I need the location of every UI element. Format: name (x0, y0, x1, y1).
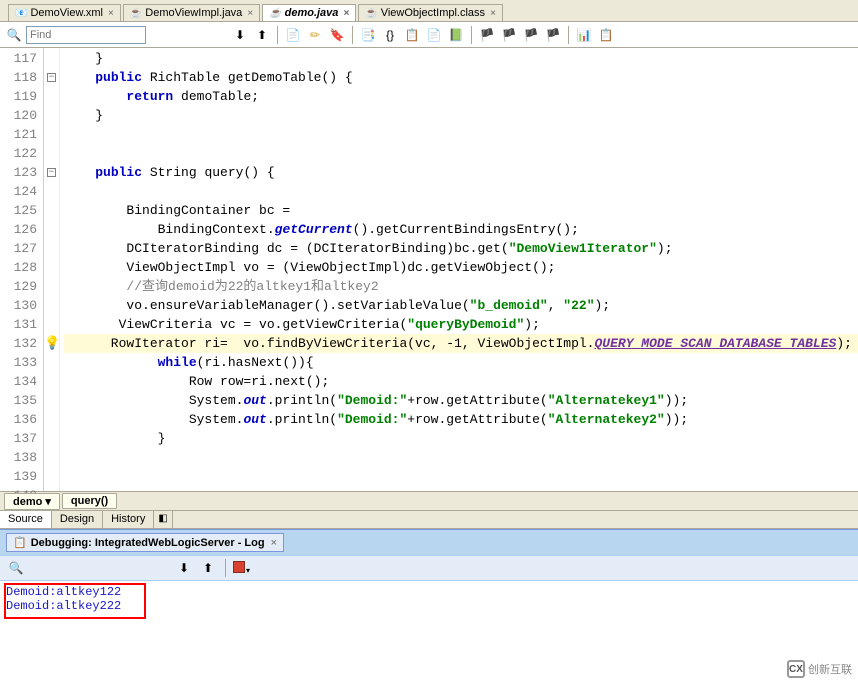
close-icon[interactable]: × (108, 8, 114, 19)
tab-design[interactable]: Design (52, 511, 103, 528)
flag2-icon[interactable]: 🏴 (499, 25, 519, 45)
find-input[interactable] (26, 26, 146, 44)
highlight-icon[interactable]: 📄 (283, 25, 303, 45)
tab-demoview-xml[interactable]: 📧DemoView.xml × (8, 4, 121, 21)
breadcrumb-bar: demo ▾ query() (0, 491, 858, 511)
watermark-text: 创新互联 (808, 661, 852, 677)
nav-up-icon[interactable]: ⬆ (252, 25, 272, 45)
log-tab[interactable]: 📋 Debugging: IntegratedWebLogicServer - … (6, 533, 284, 552)
code-editor[interactable]: 1171181191201211221231241251261271281291… (0, 48, 858, 491)
search-icon[interactable]: 🔍 (4, 25, 24, 45)
tab-demoviewimpl[interactable]: ☕DemoViewImpl.java × (123, 4, 260, 21)
editor-toolbar: 🔍 ⬇ ⬆ 📄 ✏ 🔖 📑 {} 📋 📄 📗 🏴 🏴 🏴 🏴 📊 📋 (0, 22, 858, 48)
fold-column: − − 💡 (44, 48, 60, 491)
watermark-logo-icon: CX (787, 660, 805, 678)
line-number-gutter: 1171181191201211221231241251261271281291… (0, 48, 44, 491)
log-toolbar: 🔍 ⬇ ⬆ ▾ (0, 555, 858, 581)
log-tab-title: Debugging: IntegratedWebLogicServer - Lo… (31, 537, 265, 549)
doc3-icon[interactable]: 📗 (446, 25, 466, 45)
java-file-icon: ☕ (269, 8, 281, 19)
tab-menu-icon[interactable]: ◧ (154, 511, 172, 528)
tab-label: demo.java (285, 7, 339, 19)
log-icon: 📋 (13, 536, 27, 549)
tab-label: DemoViewImpl.java (145, 7, 242, 19)
highlight-box (4, 583, 146, 619)
nav-down-icon[interactable]: ⬇ (174, 558, 194, 578)
flag3-icon[interactable]: 🏴 (521, 25, 541, 45)
tab-history[interactable]: History (103, 511, 154, 528)
close-icon[interactable]: × (343, 8, 349, 19)
doc2-icon[interactable]: 📄 (424, 25, 444, 45)
tab-demo-java[interactable]: ☕ demo.java × (262, 4, 356, 21)
watermark: CX 创新互联 (787, 660, 852, 678)
editor-tabs: 📧DemoView.xml× ☕DemoViewImpl.java× ☕demo… (0, 0, 858, 22)
search-icon[interactable]: 🔍 (6, 558, 26, 578)
stop-button[interactable]: ▾ (233, 561, 250, 576)
braces-icon[interactable]: {} (380, 25, 400, 45)
nav-up-icon[interactable]: ⬆ (198, 558, 218, 578)
doc1-icon[interactable]: 📋 (402, 25, 422, 45)
tab-source[interactable]: Source (0, 511, 52, 528)
flag1-icon[interactable]: 🏴 (477, 25, 497, 45)
close-icon[interactable]: × (490, 8, 496, 19)
bookmark-icon[interactable]: 🔖 (327, 25, 347, 45)
clipboard-icon[interactable]: 📋 (596, 25, 616, 45)
code-content[interactable]: } public RichTable getDemoTable() { retu… (60, 48, 858, 491)
editor-view-tabs: Source Design History ◧ (0, 511, 858, 529)
flag4-icon[interactable]: 🏴 (543, 25, 563, 45)
close-icon[interactable]: × (247, 8, 253, 19)
xml-file-icon: 📧 (15, 8, 27, 19)
breadcrumb-method[interactable]: query() (62, 493, 117, 509)
java-file-icon: ☕ (130, 8, 142, 19)
breadcrumb-class[interactable]: demo ▾ (4, 493, 60, 510)
close-icon[interactable]: × (271, 537, 277, 549)
chart-icon[interactable]: 📊 (574, 25, 594, 45)
log-output[interactable]: Demoid:altkey122 Demoid:altkey222 (0, 581, 858, 661)
tab-viewobjectimpl[interactable]: ☕ ViewObjectImpl.class × (358, 4, 503, 21)
tab-label: ViewObjectImpl.class (381, 7, 485, 19)
block-icon[interactable]: 📑 (358, 25, 378, 45)
tab-label: DemoView.xml (30, 7, 103, 19)
class-file-icon: ☕ (365, 8, 377, 19)
log-panel: 📋 Debugging: IntegratedWebLogicServer - … (0, 529, 858, 661)
nav-down-icon[interactable]: ⬇ (230, 25, 250, 45)
edit-icon[interactable]: ✏ (305, 25, 325, 45)
